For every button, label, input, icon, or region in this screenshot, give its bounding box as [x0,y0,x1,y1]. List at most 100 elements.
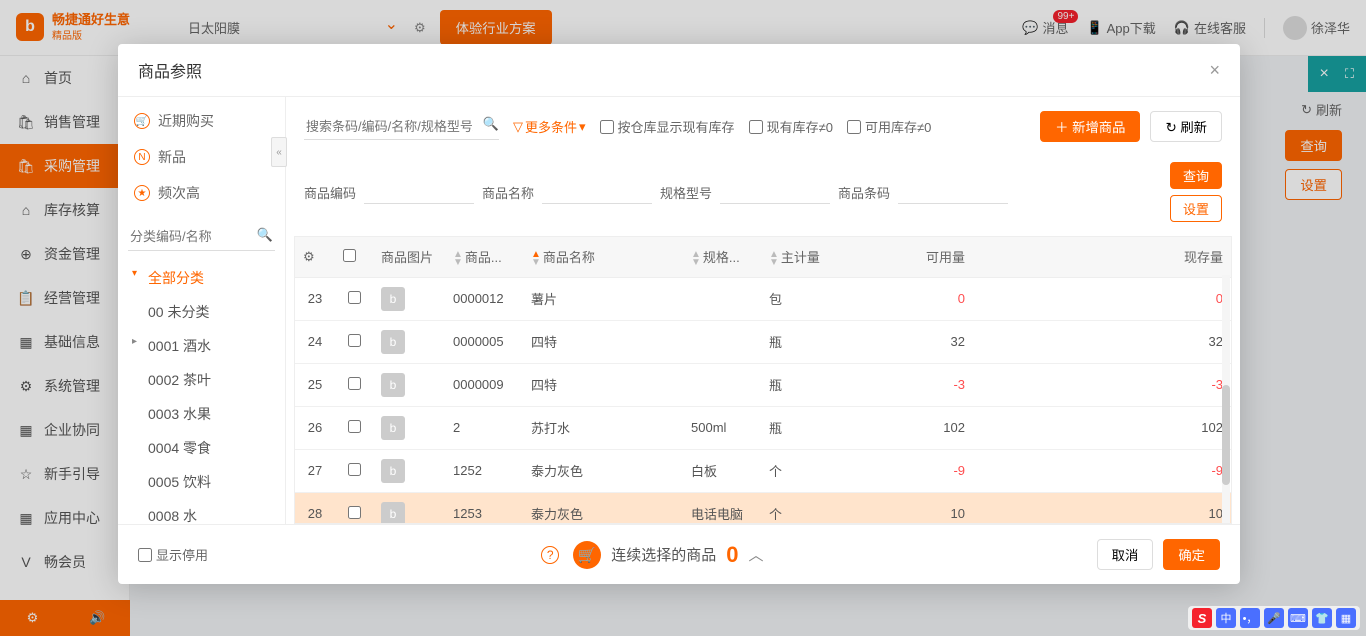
tree-node-0[interactable]: 全部分类 [128,261,285,295]
chk-avail-label: 可用库存≠0 [865,117,931,136]
col-unit[interactable]: ▲▼主计量 [761,237,845,277]
col-spec[interactable]: ▲▼规格... [683,237,761,277]
confirm-button[interactable]: 确定 [1163,539,1220,570]
tree-node-3[interactable]: 0002 茶叶 [128,363,285,397]
show-disabled[interactable]: 显示停用 [138,545,208,564]
row-unit: 个 [761,449,845,492]
scrollbar-thumb[interactable] [1222,385,1230,485]
chk-stock-input[interactable] [749,120,763,134]
search-icon[interactable]: 🔍 [483,116,499,132]
col-image[interactable]: 商品图片 [373,237,445,277]
col-select-all[interactable] [335,237,373,277]
search-icon[interactable]: 🔍 [257,227,273,243]
ime-grid[interactable]: ▦ [1336,608,1356,628]
cond-settings-button[interactable]: 设置 [1170,195,1222,222]
row-unit: 瓶 [761,363,845,406]
row-stock: 32 [973,320,1231,363]
table-row[interactable]: 27b1252泰力灰色白板个-9-9 [295,449,1231,492]
show-disabled-input[interactable] [138,548,152,562]
chk-warehouse[interactable]: 按仓库显示现有库存 [600,117,735,136]
filter-label: 新品 [158,147,186,167]
table-row[interactable]: 24b0000005四特瓶3232 [295,320,1231,363]
col-unit-label: 主计量 [781,250,820,265]
ime-s-icon[interactable]: S [1192,608,1212,628]
row-checkbox[interactable] [348,506,361,519]
ime-mic[interactable]: 🎤 [1264,608,1284,628]
row-code: 0000009 [445,363,523,406]
chk-avail[interactable]: 可用库存≠0 [847,117,931,136]
ime-skin[interactable]: 👕 [1312,608,1332,628]
col-name-label: 商品名称 [543,250,595,265]
ime-punct[interactable]: •， [1240,608,1260,628]
add-product-button[interactable]: ＋ 新增商品 [1040,111,1140,142]
table-wrap: ⚙ 商品图片 ▲▼商品... ▲▼商品名称 ▲▼规格... ▲▼主计量 可用量 … [294,236,1232,524]
image-placeholder: b [381,416,405,440]
tree-node-6[interactable]: 0005 饮料 [128,465,285,499]
filter-item-1[interactable]: N新品 [118,139,285,175]
cond-name-label: 商品名称 [482,183,534,202]
filter-item-0[interactable]: 🛒近期购买 [118,103,285,139]
close-icon[interactable]: × [1209,60,1220,81]
col-stock[interactable]: 现存量 [973,237,1231,277]
chk-stock[interactable]: 现有库存≠0 [749,117,833,136]
scrollbar-track[interactable] [1222,275,1230,523]
row-code: 1252 [445,449,523,492]
cond-spec-input[interactable] [720,180,830,204]
col-gear[interactable]: ⚙ [295,237,335,277]
row-avail: 10 [845,492,973,524]
tree-node-4[interactable]: 0003 水果 [128,397,285,431]
table-row[interactable]: 26b2苏打水500ml瓶102102 [295,406,1231,449]
row-index: 27 [295,449,335,492]
refresh-label: 刷新 [1180,120,1207,135]
row-checkbox[interactable] [348,377,361,390]
row-unit: 瓶 [761,406,845,449]
help-icon[interactable]: ? [541,546,559,564]
col-code[interactable]: ▲▼商品... [445,237,523,277]
row-code: 1253 [445,492,523,524]
chk-warehouse-input[interactable] [600,120,614,134]
row-image: b [373,492,445,524]
ime-zhong[interactable]: 中 [1216,608,1236,628]
sel-count-value: 0 [726,542,738,568]
row-checkbox[interactable] [348,334,361,347]
row-checkbox[interactable] [348,291,361,304]
filter-icon: ▽ [513,119,523,135]
filter-item-2[interactable]: ★频次高 [118,175,285,211]
tree-node-5[interactable]: 0004 零食 [128,431,285,465]
tree-node-2[interactable]: 0001 酒水 [128,329,285,363]
row-unit: 瓶 [761,320,845,363]
row-index: 23 [295,277,335,320]
row-spec [683,320,761,363]
row-image: b [373,406,445,449]
cond-name-input[interactable] [542,180,652,204]
row-index: 26 [295,406,335,449]
modal-right-panel: 🔍 ▽ 更多条件 ▾ 按仓库显示现有库存 现有库存≠0 可用库存≠0 ＋ 新增商… [286,97,1240,524]
cond-query-button[interactable]: 查询 [1170,162,1222,189]
search-input[interactable] [304,114,499,140]
ime-kb[interactable]: ⌨ [1288,608,1308,628]
table-row[interactable]: 23b0000012薯片包00 [295,277,1231,320]
chk-avail-input[interactable] [847,120,861,134]
collapse-handle[interactable]: « [271,137,287,167]
tree-node-7[interactable]: 0008 水 [128,499,285,524]
star-icon: ★ [134,185,150,201]
tree-node-1[interactable]: 00 未分类 [128,295,285,329]
cond-barcode-input[interactable] [898,180,1008,204]
refresh-button[interactable]: ↻ 刷新 [1150,111,1222,142]
cond-code: 商品编码 [304,180,474,204]
cond-spec: 规格型号 [660,180,830,204]
col-avail[interactable]: 可用量 [845,237,973,277]
chevron-up-icon[interactable]: ︿ [748,544,763,565]
row-checkbox[interactable] [348,420,361,433]
table-row[interactable]: 28b1253泰力灰色电话电脑个1010 [295,492,1231,524]
more-conditions[interactable]: ▽ 更多条件 ▾ [513,117,586,136]
cond-code-input[interactable] [364,180,474,204]
select-all-checkbox[interactable] [343,249,356,262]
category-search-input[interactable] [128,223,275,251]
table-row[interactable]: 25b0000009四特瓶-3-3 [295,363,1231,406]
row-avail: -9 [845,449,973,492]
col-code-label: 商品... [465,250,502,265]
row-checkbox[interactable] [348,463,361,476]
cancel-button[interactable]: 取消 [1097,539,1154,570]
col-name[interactable]: ▲▼商品名称 [523,237,683,277]
